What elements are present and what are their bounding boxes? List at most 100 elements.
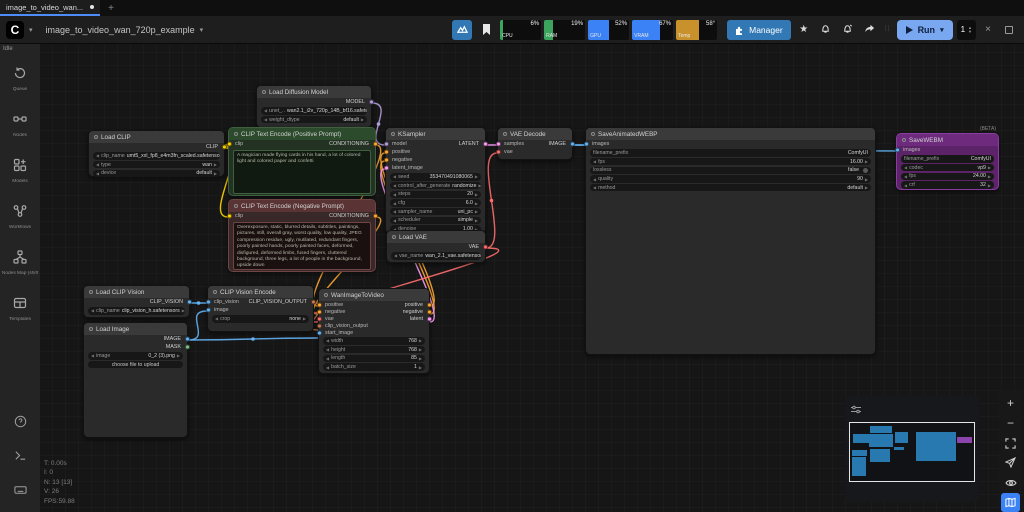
stepper-arrows[interactable]: ▲ ▼ (968, 25, 972, 34)
node-title-bar[interactable]: Load Diffusion Model (257, 86, 371, 98)
run-button[interactable]: Run ▾ (896, 19, 953, 40)
input-slot-clip_vision_output[interactable] (316, 323, 322, 328)
new-tab-button[interactable]: + (100, 0, 122, 16)
input-slot-model[interactable] (383, 141, 389, 147)
node-title-bar[interactable]: Load Image (84, 323, 187, 335)
decrement-icon[interactable]: ◀ (393, 218, 396, 223)
chevron-down-icon[interactable]: ▾ (200, 26, 204, 34)
minimap-viewport[interactable] (849, 422, 975, 482)
input-slot-positive[interactable] (316, 302, 322, 307)
node-title-bar[interactable]: Load VAE (387, 231, 485, 243)
output-slot-MASK[interactable] (184, 344, 190, 350)
decrement-icon[interactable]: ◀ (393, 174, 396, 179)
node-title-bar[interactable]: SaveAnimatedWEBP (586, 128, 875, 140)
share-icon[interactable] (861, 23, 879, 37)
collapse-dot-icon[interactable] (902, 138, 906, 142)
widget-seed[interactable]: ◀ seed 353470491080065 ▶ (390, 173, 481, 181)
bell-alert-icon[interactable] (839, 23, 857, 37)
collapse-dot-icon[interactable] (234, 132, 238, 136)
decrement-icon[interactable]: ◀ (264, 117, 267, 122)
widget-filename-prefix[interactable]: filename_prefix ComfyUI (590, 149, 871, 157)
output-slot-CLIP_VISION_OUTPUT[interactable] (310, 299, 316, 305)
increment-icon[interactable]: ▶ (214, 171, 217, 176)
widget-control-after-generate[interactable]: ◀ control_after_generate randomize ▶ (390, 181, 481, 190)
increment-icon[interactable]: ▶ (988, 174, 991, 179)
input-slot-clip[interactable] (226, 213, 232, 219)
node-load-clip[interactable]: Load CLIP CLIP ◀ clip_name umt5_xxl_fp8_e4m3… (88, 130, 227, 178)
decrement-icon[interactable]: ◀ (326, 365, 329, 370)
fit-view-button[interactable] (1001, 434, 1020, 453)
star-icon[interactable]: ★ (795, 24, 813, 35)
collapse-dot-icon[interactable] (262, 90, 266, 94)
widget-length[interactable]: ◀ length 85 ▶ (323, 354, 425, 363)
widget-scheduler[interactable]: ◀ scheduler simple ▶ (390, 216, 481, 225)
decrement-icon[interactable]: ◀ (96, 162, 99, 167)
increment-icon[interactable]: ▶ (865, 159, 868, 164)
decrement-icon[interactable]: ◀ (96, 171, 99, 176)
widget-fps[interactable]: ◀ fps 16.00 ▶ (590, 157, 871, 166)
widget-width[interactable]: ◀ width 768 ▶ (323, 337, 425, 345)
widget-sampler-name[interactable]: ◀ sampler_name uni_pc ▶ (390, 207, 481, 216)
collapse-dot-icon[interactable] (89, 290, 93, 294)
stop-icon[interactable] (1005, 25, 1013, 34)
node-save-webm[interactable]: (BETA) SaveWEBM images filename_prefix Comfy… (894, 126, 999, 190)
minimap-panel[interactable] (845, 396, 979, 502)
output-slot-CLIP[interactable] (221, 144, 227, 150)
widget-type[interactable]: ◀ type wan ▶ (93, 160, 220, 169)
widget-device[interactable]: ◀ device default ▶ (93, 169, 220, 178)
decrement-icon[interactable]: ◀ (326, 356, 329, 361)
decrement-icon[interactable]: ◀ (215, 316, 218, 321)
increment-icon[interactable]: ▶ (182, 308, 185, 313)
toggle-links-button[interactable] (1001, 473, 1020, 492)
widget-crop[interactable]: ◀ crop none ▶ (212, 315, 309, 323)
sidebar-item-templates[interactable]: Templates (0, 288, 40, 330)
decrement-icon[interactable]: ◀ (91, 308, 94, 313)
output-slot-CONDITIONING[interactable] (372, 213, 378, 219)
decrement-icon[interactable]: ◀ (326, 347, 329, 352)
help-button[interactable] (0, 404, 40, 438)
output-slot-VAE[interactable] (482, 244, 488, 250)
widget-steps[interactable]: ◀ steps 20 ▶ (390, 190, 481, 199)
increment-icon[interactable]: ▶ (475, 192, 478, 197)
increment-icon[interactable]: ▶ (419, 356, 422, 361)
close-icon[interactable]: × (980, 24, 996, 35)
shortcuts-button[interactable] (0, 472, 40, 506)
widget-unet-[interactable]: ◀unet_..wan2.1_i2v_720p_14B_bf16.safeten… (261, 107, 367, 115)
output-slot-IMAGE[interactable] (184, 336, 190, 342)
increment-icon[interactable]: ▶ (475, 218, 478, 223)
input-slot-clip_vision[interactable] (205, 299, 211, 305)
minimap-settings-icon[interactable] (851, 401, 861, 419)
drag-handle[interactable]: ⁞⁞ (885, 26, 891, 33)
decrement-icon[interactable]: ◀ (393, 209, 396, 214)
batch-count-input[interactable]: 1 ▲ ▼ (956, 19, 976, 40)
widget-quality[interactable]: ◀ quality 90 ▶ (590, 175, 871, 183)
widget-height[interactable]: ◀ height 768 ▶ (323, 345, 425, 354)
decrement-icon[interactable]: ◀ (393, 192, 396, 197)
input-slot-latent_image[interactable] (383, 165, 389, 171)
toggle-knob[interactable] (863, 167, 868, 173)
node-clip-text-encode-positive[interactable]: CLIP Text Encode (Positive Prompt) clip CO… (226, 127, 378, 196)
decrement-icon[interactable]: ◀ (593, 159, 596, 164)
node-load-image[interactable]: Load Image IMAGE MASK ◀ image 0_2 (3).png ▶ cho… (83, 322, 190, 438)
manager-button[interactable]: Manager (727, 19, 791, 40)
widget-fps[interactable]: ◀ fps 24.00 ▶ (901, 172, 994, 181)
output-slot-LATENT[interactable] (482, 141, 488, 147)
increment-icon[interactable]: ▶ (865, 177, 868, 182)
collapse-dot-icon[interactable] (391, 132, 395, 136)
output-slot-CLIP_VISION[interactable] (186, 299, 192, 305)
node-title-bar[interactable]: Load CLIP (89, 131, 224, 143)
widget-weight-dtype[interactable]: ◀ weight_dtype default ▶ (261, 115, 367, 124)
workflow-tab[interactable]: image_to_video_wan... (0, 0, 100, 16)
increment-icon[interactable]: ▶ (177, 353, 180, 358)
zoom-out-button[interactable]: − (1001, 414, 1020, 433)
input-slot-negative[interactable] (383, 157, 389, 163)
widget-method[interactable]: ◀ method default ▶ (590, 183, 871, 192)
node-load-clip-vision[interactable]: Load CLIP Vision CLIP_VISION ◀ clip_name cli… (83, 285, 192, 318)
node-vae-decode[interactable]: VAE Decode samples IMAGE vae (495, 127, 575, 160)
widget-codec[interactable]: ◀ codec vp9 ▶ (901, 163, 994, 172)
increment-icon[interactable]: ▶ (361, 117, 364, 122)
input-slot-samples[interactable] (495, 141, 501, 147)
decrement-icon[interactable]: ◀ (593, 177, 596, 182)
node-load-diffusion-model[interactable]: Load Diffusion Model MODEL ◀ unet_.. wan2.1_… (256, 85, 374, 128)
upload-button[interactable]: choose file to upload (88, 360, 183, 369)
